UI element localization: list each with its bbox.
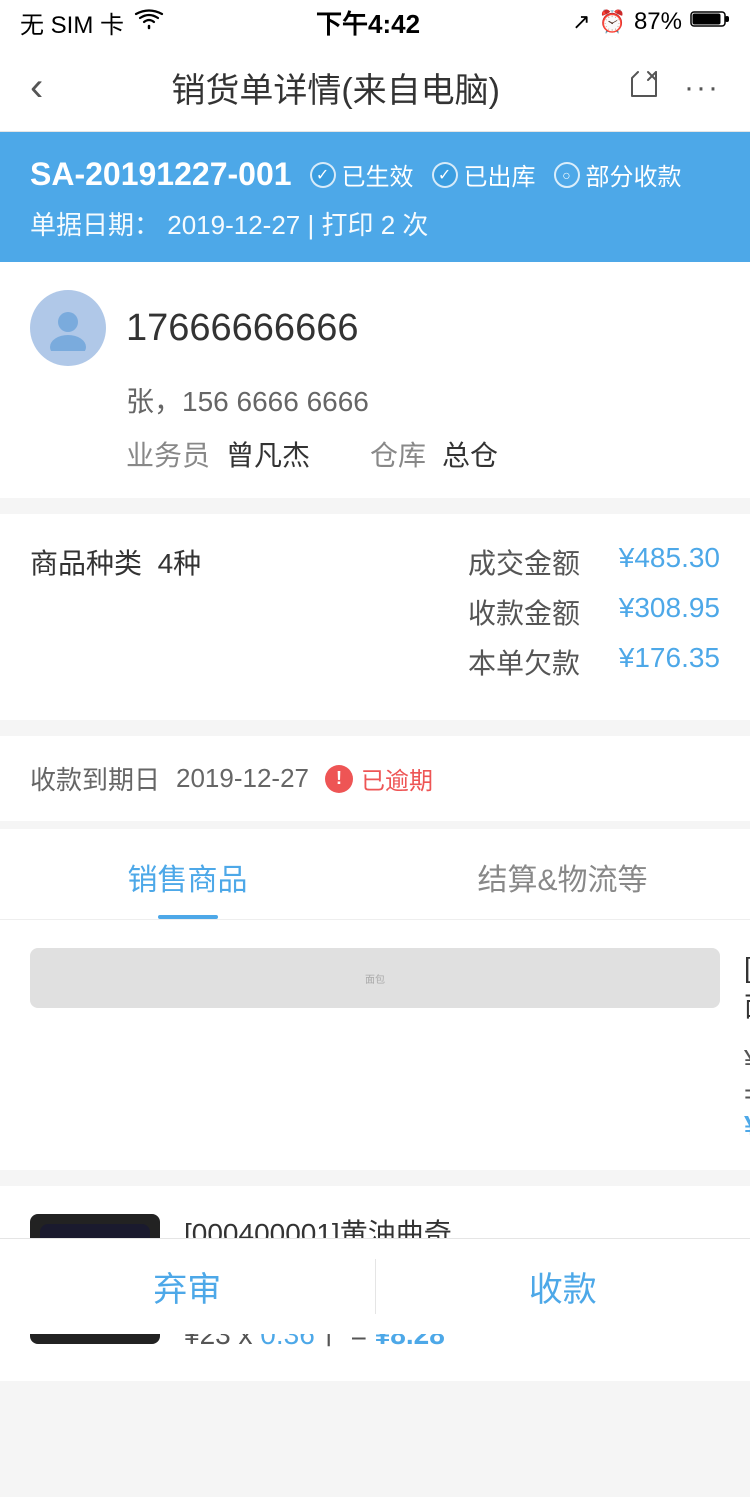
order-id-row: SA-20191227-001 ✓ 已生效 ✓ 已出库 ○ 部分收款 [30, 156, 720, 193]
customer-section: 17666666666 张，156 6666 6666 业务员 曾凡杰 仓库 总… [0, 262, 750, 498]
status-right: ↗ ⏰ 87% [572, 8, 730, 36]
status-partial-payment: ○ 部分收款 [554, 157, 682, 192]
status-left: 无 SIM 卡 [20, 5, 164, 40]
overdue-dot-icon: ! [325, 765, 353, 793]
product-item: 面包 [0000002]面包 ¥40 x 5袋 = ¥199.99 [0, 920, 750, 1170]
abandon-review-button[interactable]: 弃审 [0, 1239, 375, 1334]
status-text-2: 已出库 [464, 157, 536, 192]
customer-meta: 业务员 曾凡杰 仓库 总仓 [30, 434, 720, 474]
due-date-label: 收款到期日 [30, 760, 160, 797]
nav-actions: ··· [628, 68, 720, 108]
summary-section: 商品种类 4种 成交金额 ¥485.30 收款金额 ¥308.95 本单欠款 ¥… [0, 514, 750, 720]
nav-bar: ‹ 销货单详情(来自电脑) ··· [0, 44, 750, 132]
product-price-row-1: ¥40 x 5袋 = ¥199.99 [744, 1038, 750, 1142]
alarm-icon: ⏰ [599, 9, 626, 35]
tabs: 销售商品 结算&物流等 [0, 829, 750, 919]
warehouse-item: 仓库 总仓 [370, 434, 498, 474]
location-icon: ↗ [572, 9, 590, 35]
sales-rep-item: 业务员 曾凡杰 [126, 434, 310, 474]
received-amount-label: 收款金额 [468, 592, 580, 632]
back-button[interactable]: ‹ [30, 65, 43, 110]
summary-left: 商品种类 4种 [30, 542, 201, 582]
customer-contact: 张，156 6666 6666 [30, 380, 720, 420]
item-type-row: 商品种类 4种 [30, 542, 201, 582]
status-text-3: 部分收款 [586, 157, 682, 192]
due-amount-row: 本单欠款 ¥176.35 [468, 642, 720, 682]
due-date-section: 收款到期日 2019-12-27 ! 已逾期 [0, 736, 750, 821]
tab-settlement-label: 结算&物流等 [477, 864, 647, 897]
tabs-section: 销售商品 结算&物流等 [0, 829, 750, 920]
product-price-1: ¥40 [744, 1044, 750, 1075]
tab-settlement[interactable]: 结算&物流等 [375, 829, 750, 919]
bottom-spacer [0, 1397, 750, 1497]
tab-products[interactable]: 销售商品 [0, 829, 375, 919]
share-icon[interactable] [628, 68, 660, 108]
transaction-amount-label: 成交金额 [468, 542, 580, 582]
customer-phone: 17666666666 [126, 307, 358, 350]
clock-icon: ○ [554, 162, 580, 188]
overdue-badge: ! 已逾期 [325, 761, 433, 796]
collect-payment-button[interactable]: 收款 [376, 1239, 750, 1334]
equals-1: = [744, 1078, 750, 1109]
avatar [30, 290, 106, 366]
battery-text: 87% [634, 8, 682, 36]
order-id: SA-20191227-001 [30, 156, 292, 193]
warehouse-value: 总仓 [442, 434, 498, 474]
customer-main: 17666666666 [30, 290, 720, 366]
tab-products-label: 销售商品 [128, 864, 248, 897]
print-info: 打印 2 次 [321, 210, 428, 240]
sales-rep-label: 业务员 [126, 434, 210, 474]
product-total-1: ¥199.99 [744, 1110, 750, 1141]
order-header: SA-20191227-001 ✓ 已生效 ✓ 已出库 ○ 部分收款 单据日期：… [0, 132, 750, 262]
received-amount-row: 收款金额 ¥308.95 [468, 592, 720, 632]
bottom-bar: 弃审 收款 [0, 1238, 750, 1334]
wifi-icon [134, 8, 164, 37]
more-icon[interactable]: ··· [684, 71, 720, 105]
svg-text:面包: 面包 [365, 973, 385, 986]
sales-rep-value: 曾凡杰 [226, 434, 310, 474]
status-text-1: 已生效 [342, 157, 414, 192]
due-amount-value: ¥176.35 [600, 642, 720, 682]
date-label: 单据日期： [30, 210, 160, 240]
status-time: 下午4:42 [316, 4, 420, 41]
overdue-text: 已逾期 [361, 761, 433, 796]
summary-right: 成交金额 ¥485.30 收款金额 ¥308.95 本单欠款 ¥176.35 [468, 542, 720, 692]
product-info-1: [0000002]面包 ¥40 x 5袋 = ¥199.99 [744, 948, 750, 1142]
separator: | [307, 210, 321, 240]
battery-icon [690, 8, 730, 36]
order-date-row: 单据日期： 2019-12-27 | 打印 2 次 [30, 205, 720, 242]
check-icon-1: ✓ [310, 162, 336, 188]
status-shipped: ✓ 已出库 [432, 157, 536, 192]
product-name-1: [0000002]面包 [744, 948, 750, 1026]
transaction-amount-value: ¥485.30 [600, 542, 720, 582]
item-type-count: 4种 [158, 548, 202, 579]
carrier-text: 无 SIM 卡 [20, 5, 124, 40]
due-date-value: 2019-12-27 [176, 763, 309, 794]
status-bar: 无 SIM 卡 下午4:42 ↗ ⏰ 87% [0, 0, 750, 44]
received-amount-value: ¥308.95 [600, 592, 720, 632]
status-effective: ✓ 已生效 [310, 157, 414, 192]
item-type-label: 商品种类 [30, 548, 142, 579]
product-thumbnail-1: 面包 [30, 948, 720, 1008]
due-amount-label: 本单欠款 [468, 642, 580, 682]
order-date: 2019-12-27 [167, 210, 300, 240]
page-title: 销货单详情(来自电脑) [171, 63, 500, 112]
transaction-amount-row: 成交金额 ¥485.30 [468, 542, 720, 582]
check-icon-2: ✓ [432, 162, 458, 188]
warehouse-label: 仓库 [370, 434, 426, 474]
